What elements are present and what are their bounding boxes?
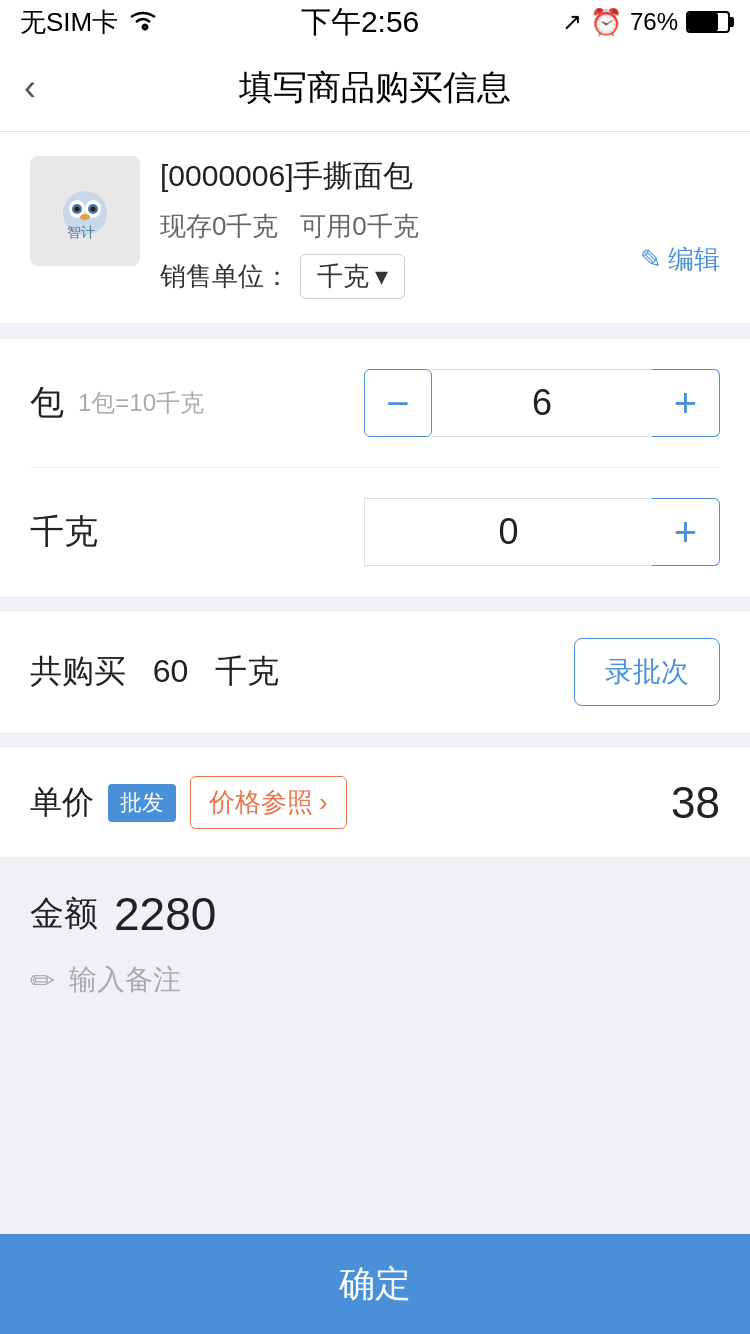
qianke-quantity-input[interactable] bbox=[364, 498, 652, 566]
location-icon: ↗ bbox=[562, 8, 582, 36]
back-button[interactable]: ‹ bbox=[24, 67, 36, 109]
record-batch-button[interactable]: 录批次 bbox=[574, 638, 720, 706]
chevron-down-icon: ▾ bbox=[375, 261, 388, 292]
product-section: 智计 [0000006]手撕面包 现存0千克 可用0千克 销售单位： 千克 ▾ … bbox=[0, 132, 750, 323]
total-section: 共购买 60 千克 录批次 bbox=[0, 612, 750, 732]
product-stock: 现存0千克 可用0千克 bbox=[160, 209, 720, 244]
qianke-quantity-control: + bbox=[364, 498, 720, 566]
remark-row[interactable]: ✏ 输入备注 bbox=[30, 961, 720, 1029]
remark-edit-icon: ✏ bbox=[30, 963, 55, 998]
bao-quantity-control: − + bbox=[364, 369, 720, 437]
unit-select[interactable]: 千克 ▾ bbox=[300, 254, 405, 299]
qianke-row: 千克 + bbox=[30, 468, 720, 596]
status-right: ↗ ⏰ 76% bbox=[562, 7, 730, 38]
chevron-right-icon: › bbox=[319, 787, 328, 818]
product-thumbnail: 智计 bbox=[30, 156, 140, 266]
bao-increase-button[interactable]: + bbox=[652, 369, 720, 437]
svg-text:智计: 智计 bbox=[67, 224, 95, 240]
battery-percent: 76% bbox=[630, 8, 678, 36]
spacer bbox=[0, 1029, 750, 1234]
status-bar: 无SIM卡 下午2:56 ↗ ⏰ 76% bbox=[0, 0, 750, 44]
edit-icon: ✎ bbox=[640, 244, 662, 275]
product-unit-row: 销售单位： 千克 ▾ bbox=[160, 254, 720, 299]
svg-point-5 bbox=[75, 207, 80, 212]
batch-tag: 批发 bbox=[108, 784, 176, 822]
bao-row: 包 1包=10千克 − + bbox=[30, 339, 720, 468]
price-section: 单价 批发 价格参照 › 38 bbox=[0, 748, 750, 857]
status-left: 无SIM卡 bbox=[20, 5, 158, 40]
divider-1 bbox=[0, 323, 750, 339]
product-name: [0000006]手撕面包 bbox=[160, 156, 720, 197]
bao-quantity-input[interactable] bbox=[432, 369, 652, 437]
confirm-button[interactable]: 确定 bbox=[0, 1234, 750, 1334]
qianke-increase-button[interactable]: + bbox=[652, 498, 720, 566]
alarm-icon: ⏰ bbox=[590, 7, 622, 38]
nav-bar: ‹ 填写商品购买信息 bbox=[0, 44, 750, 132]
total-text: 共购买 60 千克 bbox=[30, 650, 279, 694]
divider-3 bbox=[0, 732, 750, 748]
battery-icon bbox=[686, 11, 730, 33]
total-amount: 60 bbox=[153, 653, 189, 689]
product-info: [0000006]手撕面包 现存0千克 可用0千克 销售单位： 千克 ▾ bbox=[160, 156, 720, 299]
edit-button[interactable]: ✎ 编辑 bbox=[640, 242, 720, 277]
qianke-label: 千克 bbox=[30, 509, 98, 555]
svg-point-6 bbox=[91, 207, 96, 212]
wifi-icon bbox=[128, 7, 158, 38]
status-time: 下午2:56 bbox=[301, 2, 419, 43]
amount-section: 金额 2280 ✏ 输入备注 bbox=[0, 857, 750, 1029]
page-title: 填写商品购买信息 bbox=[239, 65, 511, 111]
remark-placeholder: 输入备注 bbox=[69, 961, 181, 999]
bao-label: 包 1包=10千克 bbox=[30, 380, 204, 426]
price-label-row: 单价 批发 价格参照 › bbox=[30, 776, 347, 829]
price-ref-button[interactable]: 价格参照 › bbox=[190, 776, 347, 829]
bao-decrease-button[interactable]: − bbox=[364, 369, 432, 437]
amount-value: 2280 bbox=[114, 887, 216, 941]
amount-row: 金额 2280 bbox=[30, 887, 720, 961]
divider-2 bbox=[0, 596, 750, 612]
svg-point-7 bbox=[80, 214, 90, 220]
carrier-label: 无SIM卡 bbox=[20, 5, 118, 40]
price-value: 38 bbox=[671, 778, 720, 828]
form-section: 包 1包=10千克 − + 千克 + bbox=[0, 339, 750, 596]
